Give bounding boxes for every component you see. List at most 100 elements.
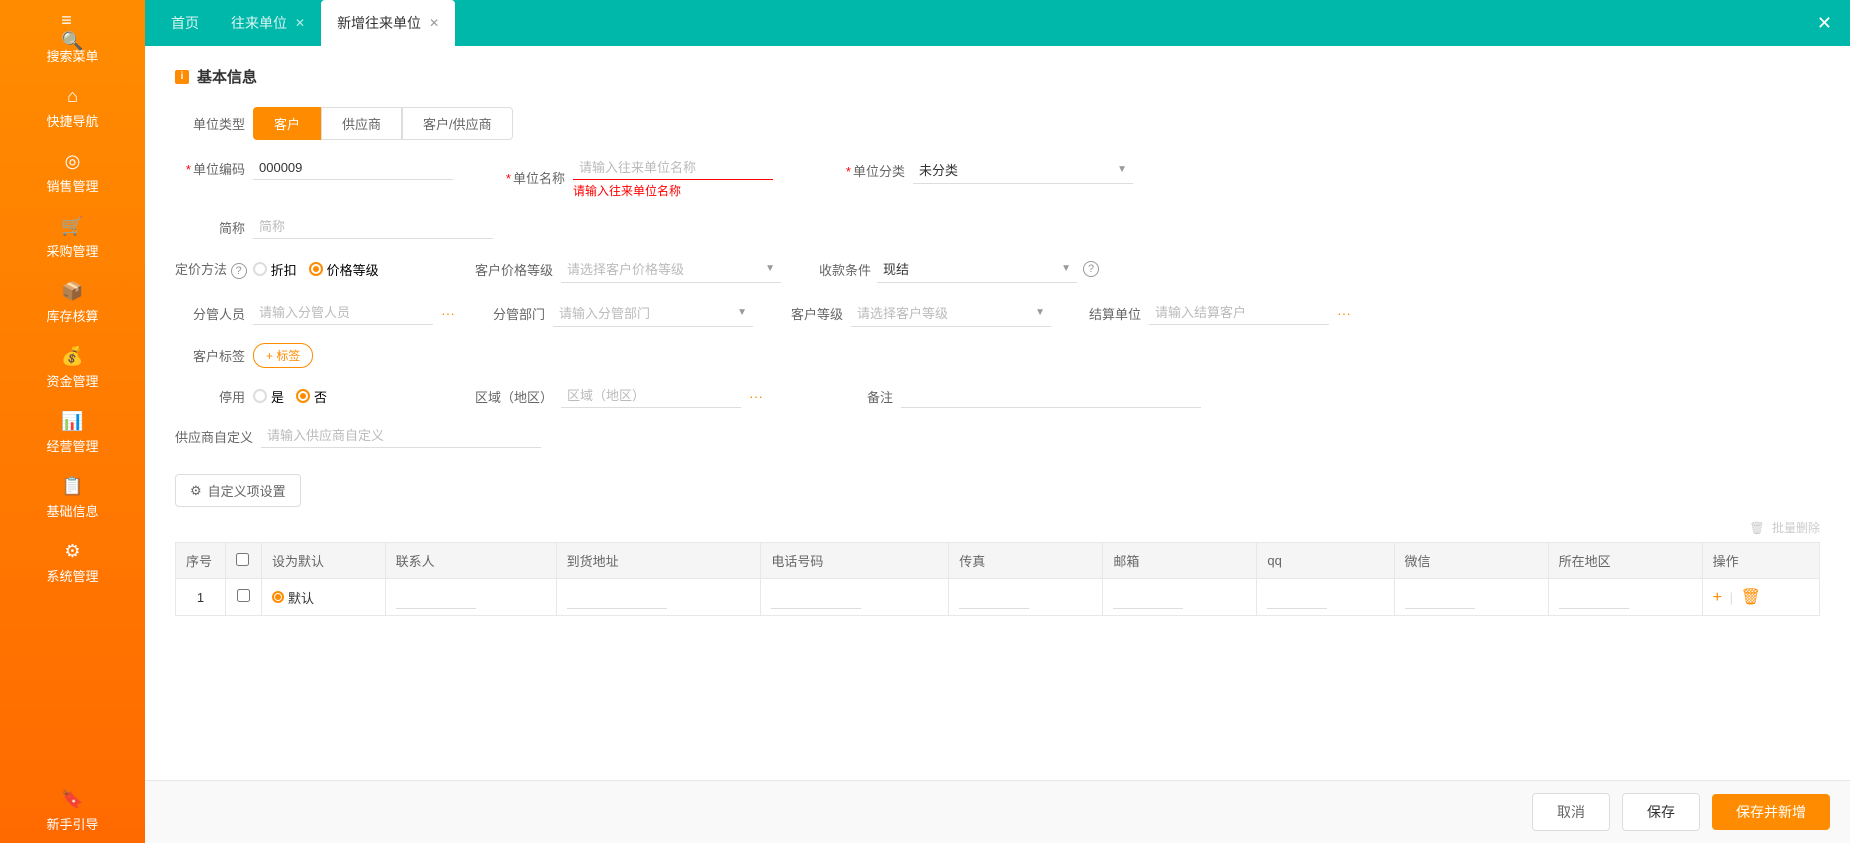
batch-delete-area: 🗑 批量删除	[175, 519, 1820, 536]
radio-discount-circle	[253, 262, 267, 276]
footer: 取消 保存 保存并新增	[145, 780, 1850, 843]
row-address-input[interactable]	[567, 585, 667, 609]
customer-level-placeholder: 请选择客户等级	[857, 303, 1031, 322]
sidebar-item-operations[interactable]: 📊 经营管理	[0, 400, 145, 465]
select-all-checkbox[interactable]	[236, 553, 249, 566]
sidebar-item-search[interactable]: ≡🔍 搜索菜单	[0, 10, 145, 75]
row-fax-cell	[949, 579, 1103, 616]
type-btn-supplier[interactable]: 供应商	[321, 107, 402, 140]
payment-terms-value: 现结	[883, 259, 1057, 278]
row-qq-cell	[1257, 579, 1394, 616]
save-new-button[interactable]: 保存并新增	[1712, 794, 1830, 830]
radio-discount[interactable]: 折扣	[253, 260, 297, 279]
region-group: 区域（地区） ···	[475, 384, 763, 408]
tab-counterpart-label: 往来单位	[231, 13, 287, 33]
remark-input[interactable]	[901, 384, 1201, 408]
sidebar-item-inventory[interactable]: 📦 库存核算	[0, 270, 145, 335]
th-email: 邮箱	[1103, 543, 1257, 579]
row-delete-icon[interactable]: 🗑	[1741, 589, 1761, 606]
unit-code-input[interactable]	[253, 156, 453, 180]
row-default-radio[interactable]	[272, 591, 284, 603]
custom-settings-button[interactable]: ⚙ 自定义项设置	[175, 474, 301, 507]
row-address-cell	[556, 579, 761, 616]
payment-terms-chevron: ▼	[1061, 263, 1071, 274]
sales-icon: ◎	[62, 150, 84, 172]
search-menu-icon: ≡🔍	[62, 20, 84, 42]
tab-new-counterpart[interactable]: 新增往来单位 ✕	[321, 0, 455, 46]
sidebar-item-finance[interactable]: 💰 资金管理	[0, 335, 145, 400]
unit-category-value: 未分类	[919, 160, 1113, 179]
supplier-custom-input[interactable]	[261, 424, 541, 448]
sidebar-item-basic-info[interactable]: 📋 基础信息	[0, 465, 145, 530]
row-region-input[interactable]	[1559, 585, 1629, 609]
settlement-more-btn[interactable]: ···	[1337, 305, 1351, 321]
type-btn-customer[interactable]: 客户	[253, 107, 321, 140]
payment-terms-label: 收款条件	[801, 260, 871, 279]
pricing-row: 定价方法 ? 折扣 价格等级 客户价格等级	[175, 255, 1820, 283]
row-fax-input[interactable]	[959, 585, 1029, 609]
disabled-group: 停用 是 否	[175, 387, 455, 406]
row-wechat-input[interactable]	[1405, 585, 1475, 609]
th-phone: 电话号码	[761, 543, 949, 579]
manager-input[interactable]	[253, 301, 433, 325]
radio-disabled-yes[interactable]: 是	[253, 387, 284, 406]
row-region-cell	[1548, 579, 1702, 616]
department-select[interactable]: 请输入分管部门 ▼	[553, 299, 753, 327]
save-button[interactable]: 保存	[1622, 793, 1700, 831]
unit-type-group: 单位类型 客户 供应商 客户/供应商	[175, 107, 1820, 140]
tab-new-counterpart-close[interactable]: ✕	[429, 16, 439, 30]
remark-group: 备注	[823, 384, 1201, 408]
remark-label: 备注	[823, 387, 893, 406]
sidebar-item-system[interactable]: ⚙ 系统管理	[0, 530, 145, 595]
unit-category-select[interactable]: 未分类 ▼	[913, 156, 1133, 184]
customer-level-select[interactable]: 请选择客户等级 ▼	[851, 299, 1051, 327]
radio-disabled-no[interactable]: 否	[296, 387, 327, 406]
payment-terms-select[interactable]: 现结 ▼	[877, 255, 1077, 283]
settlement-input[interactable]	[1149, 301, 1329, 325]
customer-price-level-label: 客户价格等级	[475, 260, 553, 279]
tab-bar: 首页 往来单位 ✕ 新增往来单位 ✕ ✕	[145, 0, 1850, 46]
sidebar-item-purchase-label: 采购管理	[46, 241, 98, 260]
region-input[interactable]	[561, 384, 741, 408]
row-checkbox[interactable]	[237, 589, 250, 602]
pricing-help-icon[interactable]: ?	[231, 263, 247, 279]
row-contact-input[interactable]	[396, 585, 476, 609]
sidebar-item-basic-info-label: 基础信息	[46, 501, 98, 520]
th-index: 序号	[176, 543, 226, 579]
manager-row: 分管人员 ··· 分管部门 请输入分管部门 ▼ 客户等级 请选择客户等级 ▼	[175, 299, 1820, 327]
short-name-input[interactable]	[253, 215, 493, 239]
region-more-btn[interactable]: ···	[749, 388, 763, 404]
sidebar-item-purchase[interactable]: 🛒 采购管理	[0, 205, 145, 270]
customer-price-level-select[interactable]: 请选择客户价格等级 ▼	[561, 255, 781, 283]
unit-name-error: 请输入往来单位名称	[573, 182, 773, 199]
sidebar-item-guide[interactable]: 🔖 新手引导	[0, 778, 145, 843]
tab-counterpart[interactable]: 往来单位 ✕	[215, 0, 321, 46]
customer-level-label: 客户等级	[773, 304, 843, 323]
sidebar-item-sales[interactable]: ◎ 销售管理	[0, 140, 145, 205]
batch-delete-label[interactable]: 批量删除	[1772, 521, 1820, 535]
department-placeholder: 请输入分管部门	[559, 303, 733, 322]
th-action: 操作	[1702, 543, 1819, 579]
type-btn-both[interactable]: 客户/供应商	[402, 107, 513, 140]
row-email-input[interactable]	[1113, 585, 1183, 609]
row-qq-input[interactable]	[1267, 585, 1327, 609]
payment-terms-help-icon[interactable]: ?	[1083, 261, 1099, 277]
supplier-custom-label: 供应商自定义	[175, 427, 253, 446]
manager-more-btn[interactable]: ···	[441, 305, 455, 321]
sidebar-item-operations-label: 经营管理	[46, 436, 98, 455]
sidebar-item-quick-nav[interactable]: ⌂ 快捷导航	[0, 75, 145, 140]
row-add-icon[interactable]: +	[1713, 589, 1722, 606]
unit-name-input[interactable]	[573, 156, 773, 180]
row-phone-input[interactable]	[771, 585, 861, 609]
radio-disabled-no-label: 否	[314, 387, 327, 406]
unit-name-input-group: 请输入往来单位名称	[573, 156, 773, 199]
add-tag-label: + 标签	[266, 347, 300, 364]
unit-category-label: *单位分类	[835, 161, 905, 180]
cancel-button[interactable]: 取消	[1532, 793, 1610, 831]
tab-counterpart-close[interactable]: ✕	[295, 16, 305, 30]
tab-home[interactable]: 首页	[155, 0, 215, 46]
window-close-button[interactable]: ✕	[1809, 9, 1840, 38]
radio-price-level[interactable]: 价格等级	[309, 260, 379, 279]
add-tag-button[interactable]: + 标签	[253, 343, 313, 368]
th-default: 设为默认	[262, 543, 386, 579]
